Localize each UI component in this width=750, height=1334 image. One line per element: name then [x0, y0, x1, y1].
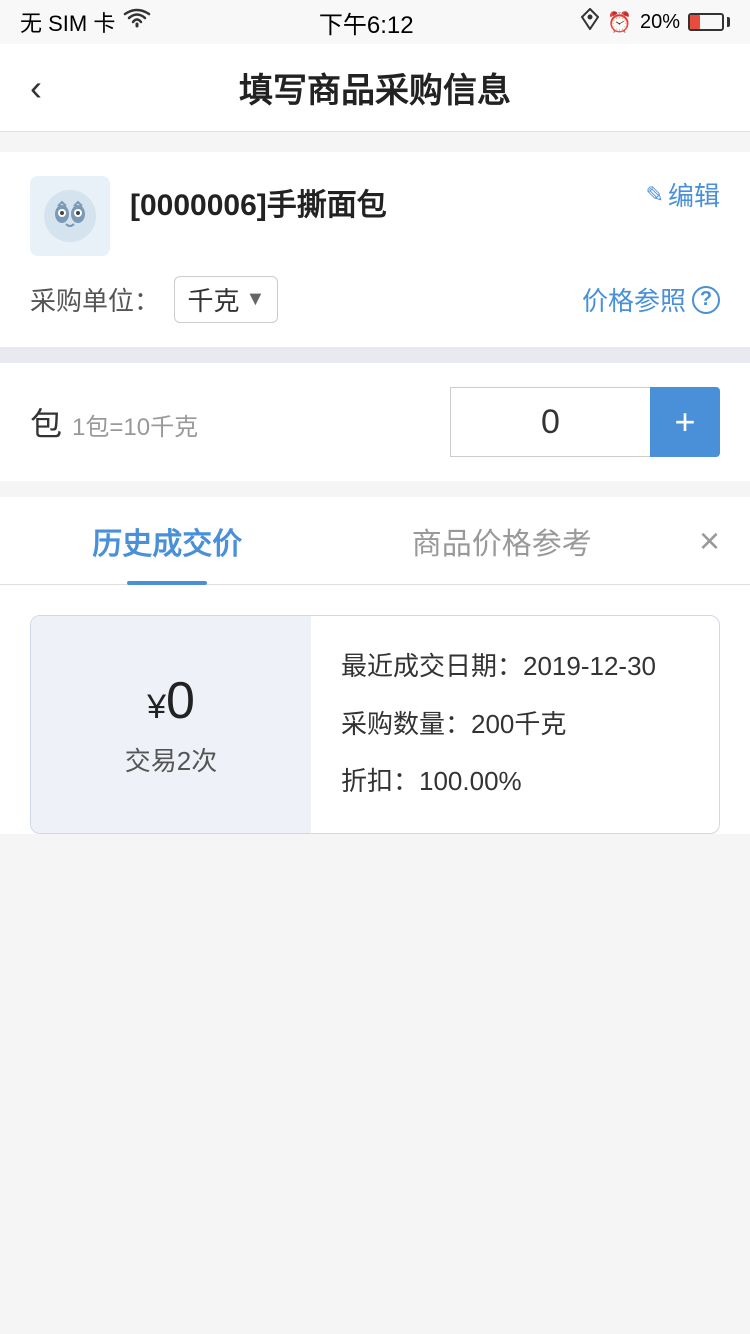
currency-symbol: ¥: [147, 688, 166, 726]
recent-date: 最近成交日期：2019-12-30: [341, 646, 689, 688]
history-price-side: ¥0 交易2次: [31, 616, 311, 833]
quantity-conversion: 1包=10千克: [72, 407, 198, 442]
tabs-panel: 历史成交价 商品价格参考 × ¥0 交易2次 最近成交日期：2019-12-30…: [0, 497, 750, 834]
quantity-input[interactable]: [450, 387, 650, 457]
product-unit-row: 采购单位： 千克 ▼ 价格参照 ?: [30, 276, 720, 323]
tab-active-indicator: [127, 581, 207, 585]
history-card: ¥0 交易2次 最近成交日期：2019-12-30 采购数量：200千克 折扣：…: [30, 615, 720, 834]
product-name: [0000006]手撕面包: [130, 176, 387, 224]
discount: 折扣：100.00%: [341, 761, 689, 803]
history-price-amount: ¥0: [147, 671, 195, 731]
edit-button[interactable]: ✎ 编辑: [646, 176, 720, 213]
quantity-input-group: +: [450, 387, 720, 457]
product-header: [0000006]手撕面包 ✎ 编辑: [30, 176, 720, 256]
back-button[interactable]: ‹: [20, 57, 52, 119]
tab-history-price-label: 历史成交价: [92, 519, 242, 563]
tab-product-price-ref-label: 商品价格参考: [412, 519, 592, 563]
page-title: 填写商品采购信息: [239, 63, 511, 112]
tab-product-price-ref[interactable]: 商品价格参考: [334, 497, 668, 585]
status-bar: 无 SIM 卡 下午6:12 ⏰ 20%: [0, 0, 750, 44]
product-card: [0000006]手撕面包 ✎ 编辑 采购单位： 千克 ▼ 价格参照 ?: [0, 152, 750, 347]
history-detail-side: 最近成交日期：2019-12-30 采购数量：200千克 折扣：100.00%: [311, 616, 719, 833]
product-left: [0000006]手撕面包: [30, 176, 387, 256]
location-icon: [581, 8, 599, 36]
wifi-icon: [123, 8, 151, 36]
help-icon: ?: [692, 286, 720, 314]
status-right: ⏰ 20%: [581, 8, 730, 36]
section-divider: [0, 347, 750, 363]
product-thumbnail: [30, 176, 110, 256]
quantity-label-group: 包 1包=10千克: [30, 399, 198, 445]
alarm-icon: ⏰: [607, 10, 632, 35]
sim-signal: 无 SIM 卡: [20, 6, 115, 38]
quantity-row: 包 1包=10千克 +: [0, 363, 750, 481]
tab-history-price[interactable]: 历史成交价: [0, 497, 334, 585]
status-time: 下午6:12: [319, 5, 414, 40]
close-panel-button[interactable]: ×: [669, 497, 750, 585]
unit-selector-group: 采购单位： 千克 ▼: [30, 276, 278, 323]
unit-value: 千克: [187, 281, 239, 318]
nav-bar: ‹ 填写商品采购信息: [0, 44, 750, 132]
purchase-quantity: 采购数量：200千克: [341, 704, 689, 746]
unit-dropdown[interactable]: 千克 ▼: [174, 276, 278, 323]
battery-indicator: [688, 13, 730, 31]
price-reference-link[interactable]: 价格参照 ?: [582, 281, 720, 318]
tabs-header: 历史成交价 商品价格参考 ×: [0, 497, 750, 585]
quantity-plus-button[interactable]: +: [650, 387, 720, 457]
dropdown-arrow-icon: ▼: [245, 288, 265, 311]
unit-label: 采购单位：: [30, 286, 160, 316]
trade-count: 交易2次: [125, 741, 217, 778]
battery-percent: 20%: [640, 11, 680, 34]
quantity-unit: 包: [30, 399, 62, 445]
edit-icon: ✎: [646, 182, 664, 208]
status-left: 无 SIM 卡: [20, 6, 151, 38]
